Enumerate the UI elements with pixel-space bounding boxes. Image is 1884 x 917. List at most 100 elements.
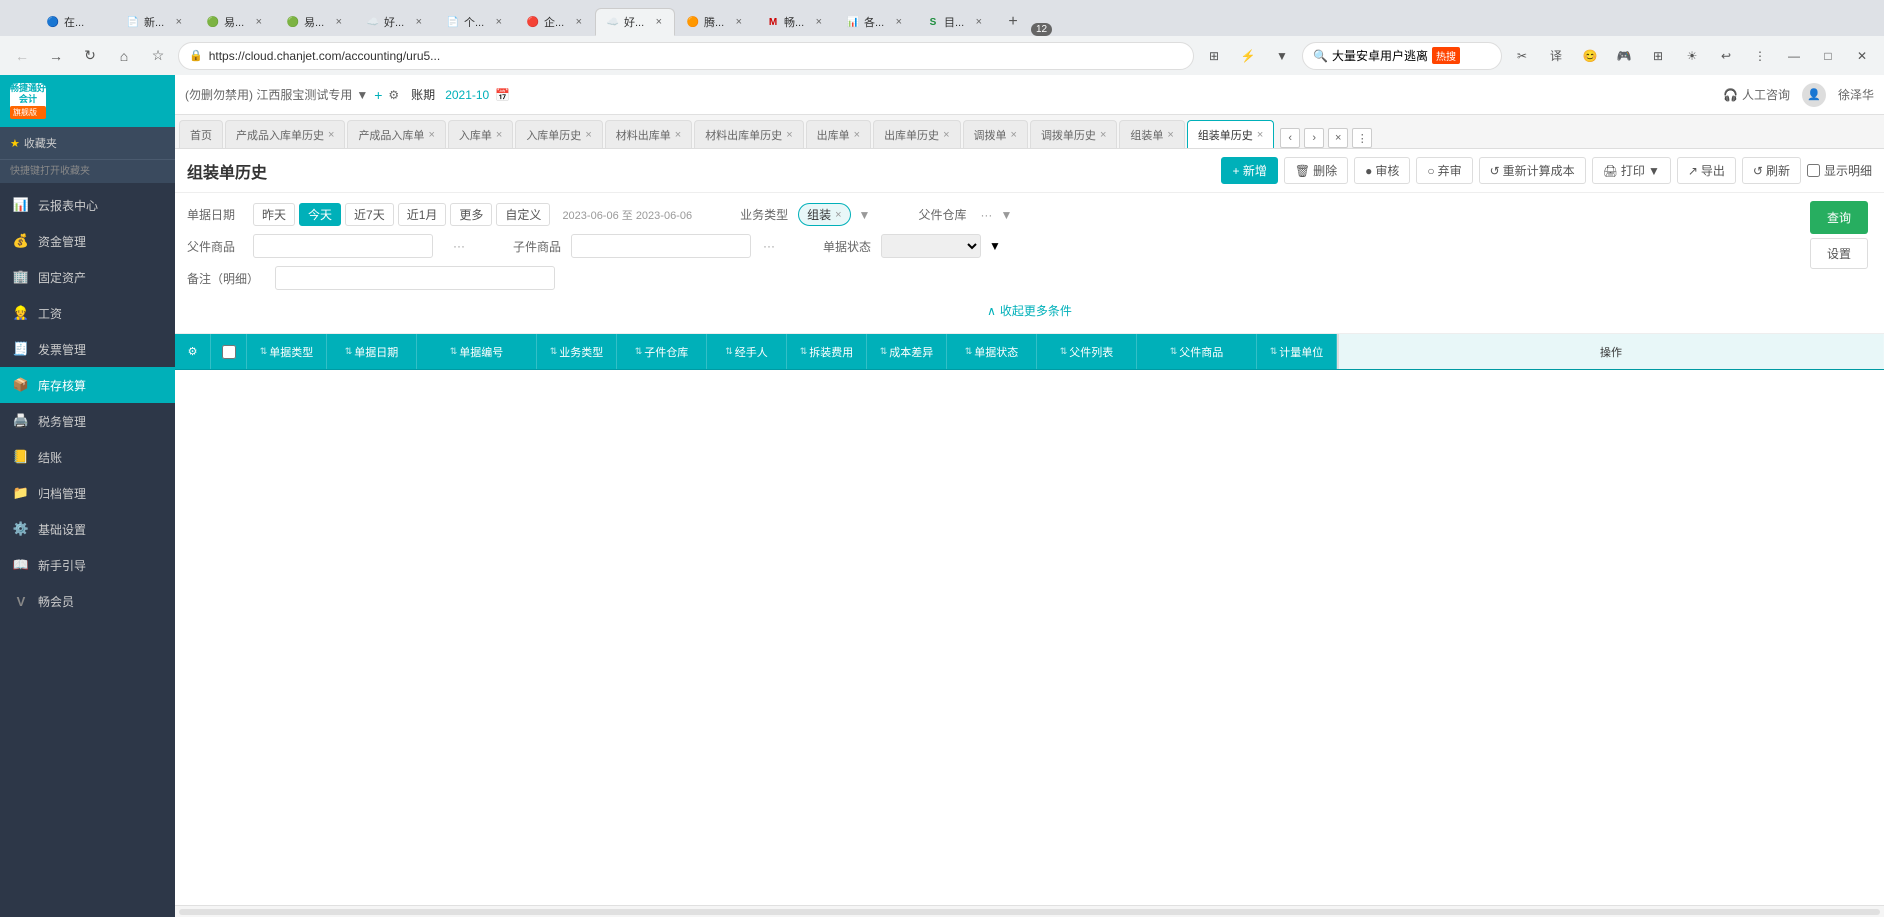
abandon-button[interactable]: ○ 弃审 [1416,157,1472,184]
tab-close-all-btn[interactable]: × [1328,128,1348,148]
filter-settings-button[interactable]: 设置 [1810,238,1868,269]
minimize-btn[interactable]: — [1780,42,1808,70]
product-in-history-close[interactable]: × [328,129,334,141]
maximize-btn[interactable]: □ [1814,42,1842,70]
tab12-close[interactable]: × [974,16,984,28]
more-icon[interactable]: ⋮ [1746,42,1774,70]
sidebar-item-guide[interactable]: 📖 新手引导 [0,547,175,583]
tab10-close[interactable]: × [814,16,824,28]
transfer-close[interactable]: × [1011,129,1017,141]
date-yesterday-btn[interactable]: 昨天 [253,203,295,226]
sidebar-item-reports[interactable]: 📊 云报表中心 [0,187,175,223]
sidebar-item-tax[interactable]: 🖨️ 税务管理 [0,403,175,439]
query-button[interactable]: 查询 [1810,201,1868,234]
app-tab-product-in[interactable]: 产成品入库单 × [347,120,445,148]
new-tab-button[interactable]: + [999,8,1027,36]
emoji-icon[interactable]: 😊 [1576,42,1604,70]
back-button[interactable]: ← [8,42,36,70]
tab9-close[interactable]: × [734,16,744,28]
date-1month-btn[interactable]: 近1月 [398,203,447,226]
sidebar-item-checkout[interactable]: 📒 结账 [0,439,175,475]
browser-tab-10[interactable]: M 畅... × [755,8,835,36]
address-bar[interactable]: 🔒 https://cloud.chanjet.com/accounting/u… [178,42,1194,70]
browser-tab-12[interactable]: S 目... × [915,8,995,36]
sun-icon[interactable]: ☀ [1678,42,1706,70]
col-child-warehouse[interactable]: ⇅ 子件仓库 [617,334,707,369]
refresh-button[interactable]: ↺ 刷新 [1742,157,1801,184]
col-cost-diff[interactable]: ⇅ 成本差异 [867,334,947,369]
tab7-close[interactable]: × [574,16,584,28]
in-history-close[interactable]: × [585,129,591,141]
new-button[interactable]: + 新增 [1221,157,1277,184]
bill-status-select[interactable] [881,234,981,258]
undo-icon[interactable]: ↩ [1712,42,1740,70]
col-biz[interactable]: ⇅ 业务类型 [537,334,617,369]
date-today-btn[interactable]: 今天 [299,203,341,226]
tab11-close[interactable]: × [894,16,904,28]
tab-settings-btn[interactable]: ⋮ [1352,128,1372,148]
search-area[interactable]: 🔍 大量安卓用户逃离 热搜 [1302,42,1502,70]
child-goods-input[interactable] [571,234,751,258]
app-tab-out-history[interactable]: 出库单历史 × [873,120,960,148]
out-close[interactable]: × [854,129,860,141]
parent-warehouse-dropdown[interactable]: ▼ [1000,208,1012,222]
sidebar-item-assets[interactable]: 🏢 固定资产 [0,259,175,295]
out-history-close[interactable]: × [943,129,949,141]
date-custom-btn[interactable]: 自定义 [496,203,550,226]
scrollbar-track[interactable] [179,909,1880,915]
translate-icon[interactable]: 译 [1542,42,1570,70]
col-handler[interactable]: ⇅ 经手人 [707,334,787,369]
browser-tab-2[interactable]: 📄 新... × [115,8,195,36]
app-tab-material-out[interactable]: 材料出库单 × [605,120,692,148]
dropdown-btn[interactable]: ▼ [1268,42,1296,70]
sidebar-item-settings[interactable]: ⚙️ 基础设置 [0,511,175,547]
sidebar-item-invoice[interactable]: 🧾 发票管理 [0,331,175,367]
home-button[interactable]: ⌂ [110,42,138,70]
sidebar-item-member[interactable]: V 畅会员 [0,583,175,619]
lightning-icon[interactable]: ⚡ [1234,42,1262,70]
child-goods-more[interactable]: ··· [763,239,775,253]
app-tab-transfer[interactable]: 调拨单 × [963,120,1028,148]
biz-type-tag-close[interactable]: × [835,209,841,221]
show-detail-input[interactable] [1807,164,1820,177]
export-button[interactable]: ↗ 导出 [1677,157,1736,184]
period-value[interactable]: 2021-10 [445,88,489,102]
col-checkbox[interactable] [211,334,247,369]
print-button[interactable]: 🖨 打印 ▼ [1592,157,1671,184]
col-settings[interactable]: ⚙ [175,334,211,369]
gear-btn[interactable]: ⚙ [388,88,399,102]
material-out-close[interactable]: × [675,129,681,141]
add-company-btn[interactable]: + [374,87,382,103]
tab-manage-icon[interactable]: ⊞ [1200,42,1228,70]
collapse-conditions-btn[interactable]: ∧ 收起更多条件 [979,298,1080,323]
sidebar-favorites[interactable]: ★ 收藏夹 [0,127,175,160]
browser-tab-9[interactable]: 🟠 腾... × [675,8,755,36]
bookmark-button[interactable]: ☆ [144,42,172,70]
date-7days-btn[interactable]: 近7天 [345,203,394,226]
company-selector[interactable]: (勿删勿禁用) 江西服宝测试专用 ▼ [185,86,368,103]
col-type[interactable]: ⇅ 单据类型 [247,334,327,369]
app-tab-home[interactable]: 首页 [179,120,223,148]
biz-type-dropdown[interactable]: ▼ [859,208,871,222]
parent-goods-more[interactable]: ··· [453,239,465,253]
note-input[interactable] [275,266,555,290]
app-tab-out[interactable]: 出库单 × [806,120,871,148]
col-unit[interactable]: ⇅ 计量单位 [1257,334,1337,369]
show-detail-checkbox[interactable]: 显示明细 [1807,162,1872,179]
app-tab-in-history[interactable]: 入库单历史 × [515,120,602,148]
in-close[interactable]: × [496,129,502,141]
product-in-close[interactable]: × [428,129,434,141]
forward-button[interactable]: → [42,42,70,70]
tab8-close[interactable]: × [654,16,664,28]
user-name[interactable]: 徐泽华 [1838,86,1874,103]
reload-button[interactable]: ↻ [76,42,104,70]
browser-tab-11[interactable]: 📊 各... × [835,8,915,36]
parent-warehouse-dots[interactable]: ··· [980,208,992,222]
material-out-history-close[interactable]: × [786,129,792,141]
parent-goods-input[interactable] [253,234,433,258]
col-parent-goods[interactable]: ⇅ 父件商品 [1137,334,1257,369]
audit-button[interactable]: ● 审核 [1354,157,1410,184]
assembly-history-close[interactable]: × [1257,129,1263,141]
col-parent-list[interactable]: ⇅ 父件列表 [1037,334,1137,369]
sidebar-item-archive[interactable]: 📁 归档管理 [0,475,175,511]
